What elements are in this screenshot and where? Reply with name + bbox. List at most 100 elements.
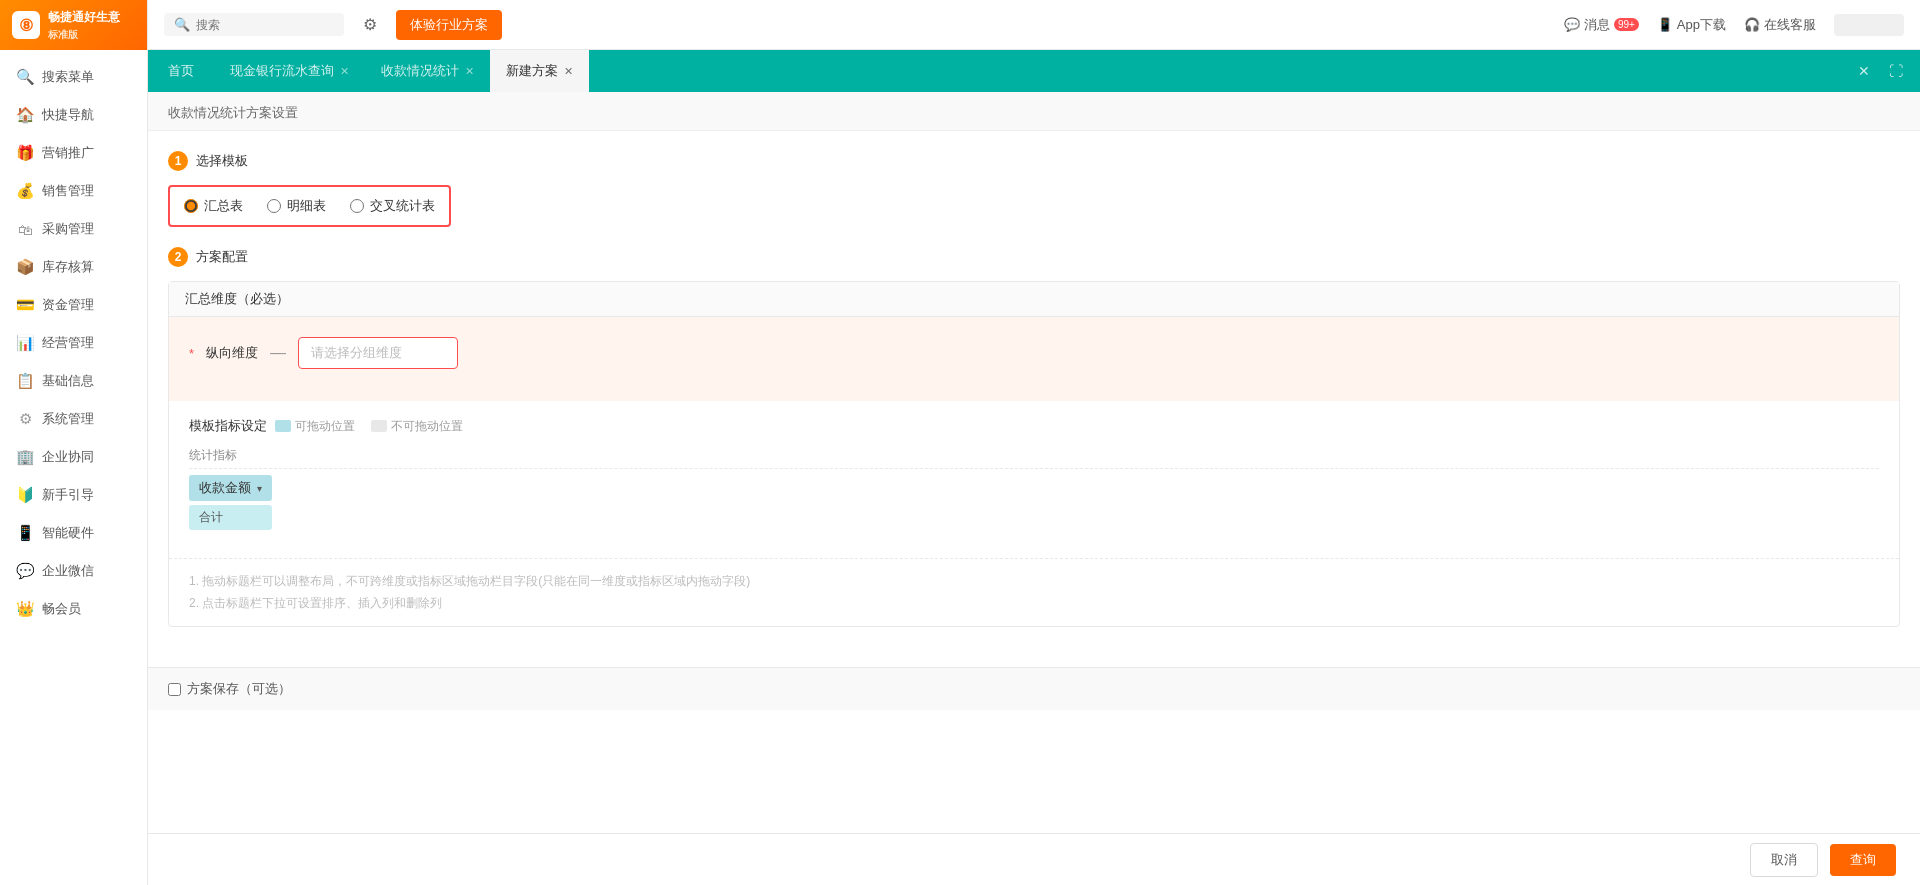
arrow-icon: — bbox=[270, 344, 286, 362]
message-badge: 99+ bbox=[1614, 18, 1639, 31]
page-title: 收款情况统计方案设置 bbox=[148, 92, 1920, 131]
dimension-title: 汇总维度（必选） bbox=[185, 291, 289, 306]
radio-summary[interactable] bbox=[184, 199, 198, 213]
sidebar-item-inventory[interactable]: 📦 库存核算 bbox=[0, 248, 147, 286]
tab-receipt[interactable]: 收款情况统计 ✕ bbox=[365, 50, 490, 92]
save-option-checkbox[interactable]: 方案保存（可选） bbox=[168, 680, 291, 698]
sidebar-nav: 🔍 搜索菜单 🏠 快捷导航 🎁 营销推广 💰 销售管理 🛍 采购管理 📦 库存核… bbox=[0, 50, 147, 885]
money-icon: 💰 bbox=[16, 182, 34, 200]
sidebar-item-purchase[interactable]: 🛍 采购管理 bbox=[0, 210, 147, 248]
topbar-search-box[interactable]: 🔍 bbox=[164, 13, 344, 36]
card-icon: 💳 bbox=[16, 296, 34, 314]
metric-legend: 可拖动位置 不可拖动位置 bbox=[275, 418, 463, 435]
phone-icon: 📱 bbox=[16, 524, 34, 542]
step2-header: 2 方案配置 bbox=[168, 247, 1900, 267]
sidebar-logo: ⑧ 畅捷通好生意 标准版 bbox=[0, 0, 147, 50]
legend-draggable: 可拖动位置 bbox=[275, 418, 355, 435]
tab-home[interactable]: 首页 bbox=[148, 50, 214, 92]
vertical-dimension-row: * 纵向维度 — 请选择分组维度 bbox=[189, 337, 1879, 369]
tips-area: 1. 拖动标题栏可以调整布局，不可跨维度或指标区域拖动栏目字段(只能在同一维度或… bbox=[169, 558, 1899, 626]
search-icon: 🔍 bbox=[16, 68, 34, 86]
receipt-amount-tag[interactable]: 收款金额 ▾ bbox=[189, 475, 272, 501]
bottom-action-bar: 取消 查询 bbox=[148, 833, 1920, 885]
content-area: 收款情况统计方案设置 1 选择模板 汇总表 bbox=[148, 92, 1920, 833]
query-button[interactable]: 查询 bbox=[1830, 844, 1896, 876]
logo-icon: ⑧ bbox=[12, 11, 40, 39]
download-icon: 📱 bbox=[1657, 17, 1673, 32]
step1-number: 1 bbox=[168, 151, 188, 171]
settings-button[interactable]: ⚙ bbox=[356, 11, 384, 39]
legend-nondraggable: 不可拖动位置 bbox=[371, 418, 463, 435]
tab-new-plan-close[interactable]: ✕ bbox=[564, 65, 573, 78]
sidebar-item-guide[interactable]: 🔰 新手引导 bbox=[0, 476, 147, 514]
tab-cashflow[interactable]: 现金银行流水查询 ✕ bbox=[214, 50, 365, 92]
gift-icon: 🎁 bbox=[16, 144, 34, 162]
tag-dropdown-icon[interactable]: ▾ bbox=[257, 483, 262, 494]
radio-cross[interactable] bbox=[350, 199, 364, 213]
box-icon: 📦 bbox=[16, 258, 34, 276]
save-checkbox-input[interactable] bbox=[168, 683, 181, 696]
sidebar-item-enterprise[interactable]: 🏢 企业协同 bbox=[0, 438, 147, 476]
nondraggable-box bbox=[371, 420, 387, 432]
metric-settings: 模板指标设定 可拖动位置 不可拖动位置 bbox=[169, 401, 1899, 558]
tab-cashflow-close[interactable]: ✕ bbox=[340, 65, 349, 78]
form-container: 1 选择模板 汇总表 明细表 bbox=[148, 131, 1920, 667]
required-star: * bbox=[189, 346, 194, 361]
search-input[interactable] bbox=[196, 18, 296, 32]
message-icon: 💬 bbox=[1564, 17, 1580, 32]
edition-label: 标准版 bbox=[48, 28, 120, 42]
sidebar-item-member[interactable]: 👑 畅会员 bbox=[0, 590, 147, 628]
metric-settings-title: 模板指标设定 可拖动位置 不可拖动位置 bbox=[189, 417, 1879, 435]
tab-fullscreen-button[interactable]: ⛶ bbox=[1884, 59, 1908, 83]
draggable-box bbox=[275, 420, 291, 432]
cancel-button[interactable]: 取消 bbox=[1750, 843, 1818, 877]
clipboard-icon: 📋 bbox=[16, 372, 34, 390]
sidebar-item-basic-info[interactable]: 📋 基础信息 bbox=[0, 362, 147, 400]
tab-new-plan[interactable]: 新建方案 ✕ bbox=[490, 50, 589, 92]
step1-header: 1 选择模板 bbox=[168, 151, 1900, 171]
option-summary[interactable]: 汇总表 bbox=[184, 197, 243, 215]
app-download-button[interactable]: 📱 App下载 bbox=[1657, 16, 1726, 34]
stat-tags: 收款金额 ▾ 合计 bbox=[189, 475, 1879, 530]
option-detail[interactable]: 明细表 bbox=[267, 197, 326, 215]
main-area: 🔍 ⚙ 体验行业方案 💬 消息 99+ 📱 App下载 🎧 在线客服 bbox=[148, 0, 1920, 885]
receipt-amount-subtag[interactable]: 合计 bbox=[189, 505, 272, 530]
chat-icon: 💬 bbox=[16, 562, 34, 580]
guide-icon: 🔰 bbox=[16, 486, 34, 504]
user-avatar[interactable] bbox=[1834, 14, 1904, 36]
stat-section: 统计指标 收款金额 ▾ 合计 bbox=[189, 447, 1879, 530]
sidebar-item-finance[interactable]: 💳 资金管理 bbox=[0, 286, 147, 324]
tab-actions: ✕ ⛶ bbox=[1852, 59, 1920, 83]
dimension-area: * 纵向维度 — 请选择分组维度 bbox=[169, 317, 1899, 401]
sidebar-item-search[interactable]: 🔍 搜索菜单 bbox=[0, 58, 147, 96]
industry-plan-button[interactable]: 体验行业方案 bbox=[396, 10, 502, 40]
home-icon: 🏠 bbox=[16, 106, 34, 124]
topbar-right: 💬 消息 99+ 📱 App下载 🎧 在线客服 bbox=[1564, 14, 1904, 36]
online-service-button[interactable]: 🎧 在线客服 bbox=[1744, 16, 1816, 34]
message-button[interactable]: 💬 消息 99+ bbox=[1564, 16, 1639, 34]
tab-bar: 首页 现金银行流水查询 ✕ 收款情况统计 ✕ 新建方案 ✕ ✕ ⛶ bbox=[148, 50, 1920, 92]
sidebar-item-quick-nav[interactable]: 🏠 快捷导航 bbox=[0, 96, 147, 134]
option-cross[interactable]: 交叉统计表 bbox=[350, 197, 435, 215]
radio-detail[interactable] bbox=[267, 199, 281, 213]
tab-receipt-close[interactable]: ✕ bbox=[465, 65, 474, 78]
sidebar-item-operations[interactable]: 📊 经营管理 bbox=[0, 324, 147, 362]
sidebar-item-smart-hw[interactable]: 📱 智能硬件 bbox=[0, 514, 147, 552]
sidebar-item-marketing[interactable]: 🎁 营销推广 bbox=[0, 134, 147, 172]
crown-icon: 👑 bbox=[16, 600, 34, 618]
shopping-icon: 🛍 bbox=[16, 220, 34, 238]
receipt-amount-tag-group: 收款金额 ▾ 合计 bbox=[189, 475, 272, 530]
sidebar-item-system[interactable]: ⚙ 系统管理 bbox=[0, 400, 147, 438]
chart-icon: 📊 bbox=[16, 334, 34, 352]
sidebar-item-wechat[interactable]: 💬 企业微信 bbox=[0, 552, 147, 590]
tip1: 1. 拖动标题栏可以调整布局，不可跨维度或指标区域拖动栏目字段(只能在同一维度或… bbox=[189, 571, 1879, 593]
step1-label: 选择模板 bbox=[196, 152, 248, 170]
tip2: 2. 点击标题栏下拉可设置排序、插入列和删除列 bbox=[189, 593, 1879, 615]
step2-number: 2 bbox=[168, 247, 188, 267]
building-icon: 🏢 bbox=[16, 448, 34, 466]
search-icon: 🔍 bbox=[174, 17, 190, 32]
sidebar-item-sales[interactable]: 💰 销售管理 bbox=[0, 172, 147, 210]
tab-close-all-button[interactable]: ✕ bbox=[1852, 59, 1876, 83]
dimension-select[interactable]: 请选择分组维度 bbox=[298, 337, 458, 369]
app-name: 畅捷通好生意 bbox=[48, 9, 120, 26]
